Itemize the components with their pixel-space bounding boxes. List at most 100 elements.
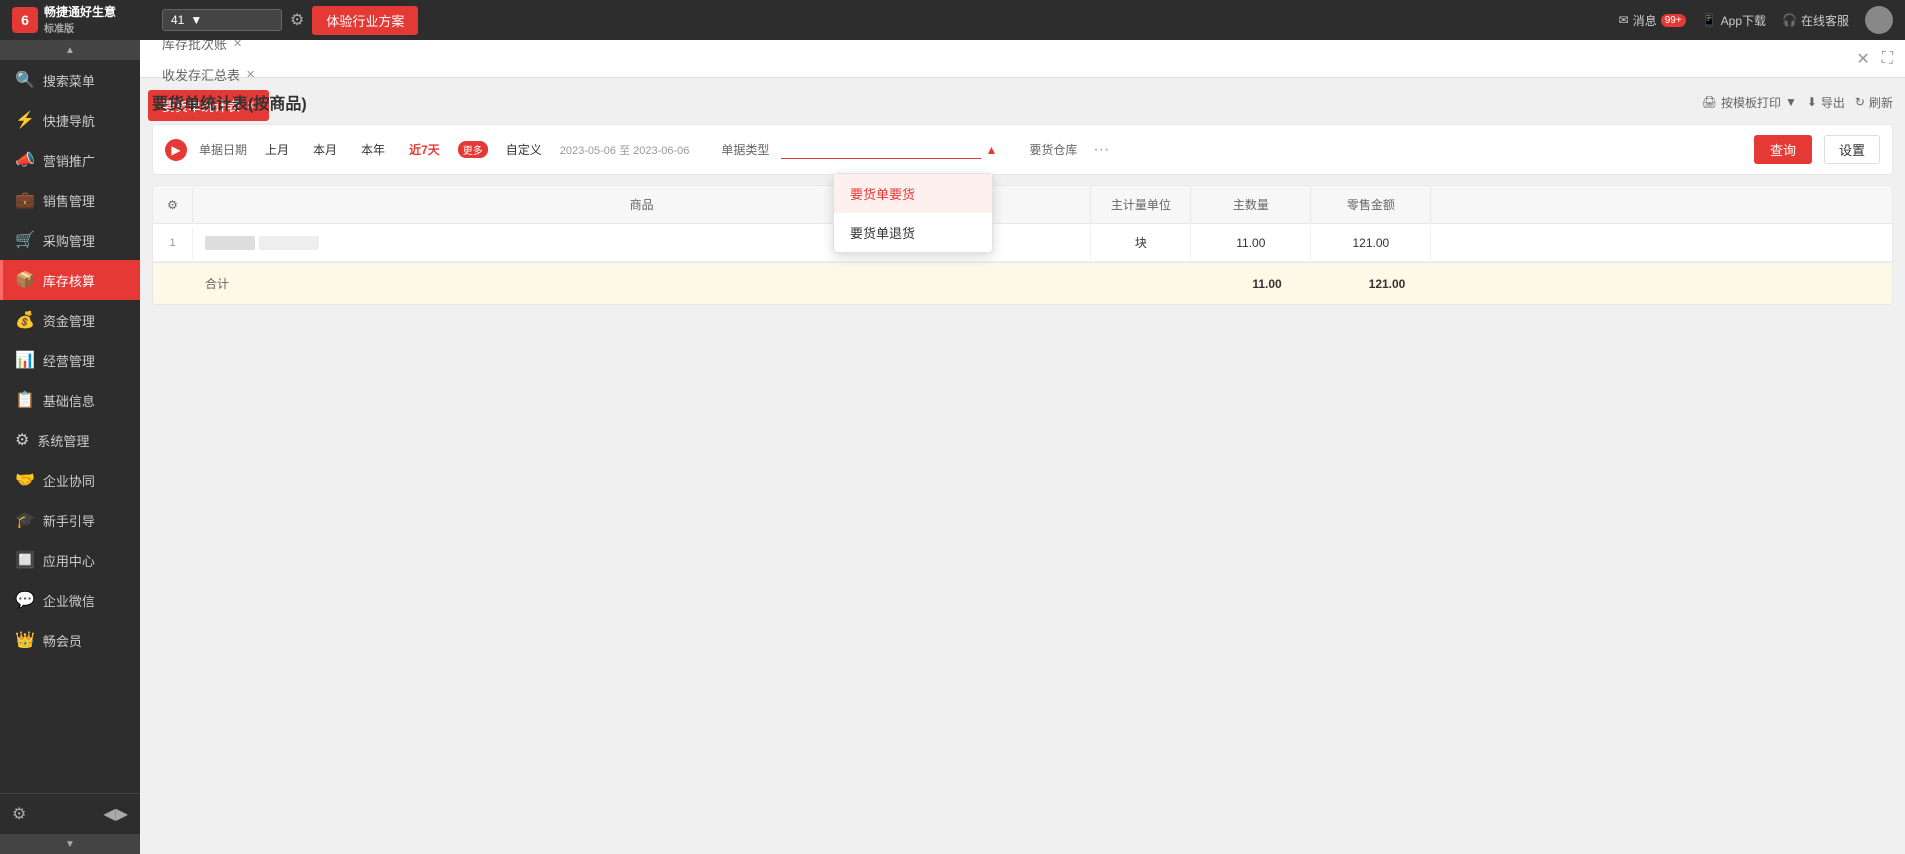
table-body: 1 块 11.00 121.00 xyxy=(153,224,1892,262)
table-footer: 合计 11.00 121.00 xyxy=(153,262,1892,304)
app-download-item[interactable]: 📱 App下载 xyxy=(1702,12,1766,29)
footer-amount: 121.00 xyxy=(1327,265,1447,303)
sidebar-item-search[interactable]: 🔍 搜索菜单 xyxy=(0,60,140,100)
sidebar-item-guide[interactable]: 🎓新手引导 xyxy=(0,500,140,540)
sidebar-icon-member: 👑 xyxy=(15,630,35,650)
sidebar-icon-search: 🔍 xyxy=(15,70,35,90)
sidebar-item-quick-nav[interactable]: ⚡快捷导航 xyxy=(0,100,140,140)
warehouse-dots-button[interactable]: ··· xyxy=(1093,141,1109,159)
top-header: 6 畅捷通好生意 标准版 41 ▼ ⚙ 体验行业方案 ✉ 消息 99+ 📱 Ap… xyxy=(0,0,1905,40)
more-date-badge[interactable]: 更多 xyxy=(458,141,488,158)
tab-inventory-batch[interactable]: 库存批次账 ✕ xyxy=(148,40,269,59)
headset-icon: 🎧 xyxy=(1782,13,1797,27)
sidebar-item-operation[interactable]: 📊经营管理 xyxy=(0,340,140,380)
sidebar-item-inventory[interactable]: 📦库存核算 xyxy=(0,260,140,300)
message-item[interactable]: ✉ 消息 99+ xyxy=(1619,12,1686,29)
tab-close-inventory-batch[interactable]: ✕ xyxy=(233,40,242,50)
online-service-item[interactable]: 🎧 在线客服 xyxy=(1782,12,1849,29)
date-btn-custom[interactable]: 自定义 xyxy=(500,139,548,160)
sidebar-item-wechat[interactable]: 💬企业微信 xyxy=(0,580,140,620)
sidebar-item-marketing[interactable]: 📣营销推广 xyxy=(0,140,140,180)
message-badge: 99+ xyxy=(1661,14,1686,27)
type-filter-arrow-up[interactable]: ▲ xyxy=(985,143,997,157)
app-name: 畅捷通好生意 xyxy=(44,5,116,19)
sidebar-item-member[interactable]: 👑畅会员 xyxy=(0,620,140,660)
online-service-label: 在线客服 xyxy=(1801,12,1849,29)
footer-label: 合计 xyxy=(193,263,1107,304)
trial-button[interactable]: 体验行业方案 xyxy=(312,6,418,35)
filter-expand-button[interactable]: ▶ xyxy=(165,139,187,161)
sidebar-item-system[interactable]: ⚙系统管理 xyxy=(0,420,140,460)
store-dropdown-icon: ▼ xyxy=(190,13,202,27)
sidebar-scroll-up[interactable]: ▲ xyxy=(0,40,140,60)
message-label: 消息 xyxy=(1633,12,1657,29)
filter-select-area: ▲ xyxy=(781,140,997,159)
sidebar-scroll-down[interactable]: ▼ xyxy=(0,834,140,854)
maximize-tab-button[interactable]: ⛶ xyxy=(1878,46,1897,72)
store-name: 41 xyxy=(171,13,184,27)
content-area: 首页库存批次账 ✕收发存汇总表 ✕要货单统计表 ✕ ✕ ⛶ 要货单统计表(按商品… xyxy=(140,40,1905,854)
page-actions: 🖨 按模板打印 ▼ ⬇ 导出 ↻ 刷新 xyxy=(1702,94,1893,111)
query-button[interactable]: 查询 xyxy=(1754,135,1812,164)
th-unit: 主计量单位 xyxy=(1091,186,1191,223)
header-gear-button[interactable]: ⚙ xyxy=(290,10,304,30)
sidebar-item-purchase[interactable]: 🛒采购管理 xyxy=(0,220,140,260)
type-filter-label: 单据类型 xyxy=(721,141,769,158)
sidebar-label-operation: 经营管理 xyxy=(43,351,95,370)
filter-area: ▶ 单据日期 上月 本月 本年 近7天 更多 自定义 2023-05-06 至 … xyxy=(152,124,1893,175)
date-btn-this-year[interactable]: 本年 xyxy=(355,139,391,160)
td-num-0: 1 xyxy=(153,227,193,259)
page-content: 要货单统计表(按商品) 🖨 按模板打印 ▼ ⬇ 导出 ↻ 刷新 xyxy=(140,78,1905,854)
sidebar-icon-finance: 💰 xyxy=(15,310,35,330)
sidebar-item-finance[interactable]: 💰 资金管理 xyxy=(0,300,140,340)
print-button[interactable]: 🖨 按模板打印 ▼ xyxy=(1702,94,1797,111)
sidebar-item-basic[interactable]: 📋基础信息 xyxy=(0,380,140,420)
dropdown-item-requisition-order[interactable]: 要货单要货 xyxy=(834,174,992,213)
date-range-text: 2023-05-06 至 2023-06-06 xyxy=(560,142,690,158)
sidebar-label-sales: 销售管理 xyxy=(43,191,95,210)
sidebar-item-enterprise[interactable]: 🤝企业协同 xyxy=(0,460,140,500)
goods-bar-2-0 xyxy=(259,236,319,250)
type-filter-input[interactable] xyxy=(781,140,981,159)
td-amount-0: 121.00 xyxy=(1311,226,1431,260)
sidebar-item-sales[interactable]: 💼销售管理 xyxy=(0,180,140,220)
td-unit-0: 块 xyxy=(1091,224,1191,261)
refresh-button[interactable]: ↻ 刷新 xyxy=(1855,94,1893,111)
sidebar-label-purchase: 采购管理 xyxy=(43,231,95,250)
main-layout: ▲ 🔍 搜索菜单 ⚡快捷导航📣营销推广💼销售管理🛒采购管理📦库存核算 💰 资金管理 📊经营… xyxy=(0,40,1905,854)
table-container: ⚙ 商品 主计量单位 主数量 零售金额 1 块 11.00 121.00 xyxy=(152,185,1893,305)
sidebar-icon-marketing: 📣 xyxy=(15,150,35,170)
th-settings[interactable]: ⚙ xyxy=(153,188,193,222)
logo-area: 6 畅捷通好生意 标准版 xyxy=(12,5,152,34)
sidebar-label-guide: 新手引导 xyxy=(43,511,95,530)
filter-settings-button[interactable]: 设置 xyxy=(1824,135,1880,164)
sidebar-label-basic: 基础信息 xyxy=(43,391,95,410)
store-selector[interactable]: 41 ▼ xyxy=(162,9,282,31)
tab-bar: 首页库存批次账 ✕收发存汇总表 ✕要货单统计表 ✕ ✕ ⛶ xyxy=(140,40,1905,78)
app-download-label: App下载 xyxy=(1721,12,1766,29)
sidebar-collapse-icon[interactable]: ◀▶ xyxy=(103,804,128,824)
user-avatar[interactable] xyxy=(1865,6,1893,34)
sidebar-icon-quick-nav: ⚡ xyxy=(15,110,35,130)
date-btn-last-month[interactable]: 上月 xyxy=(259,139,295,160)
sidebar-label-search: 搜索菜单 xyxy=(43,71,95,90)
date-btn-7days[interactable]: 近7天 xyxy=(403,139,446,160)
export-button[interactable]: ⬇ 导出 xyxy=(1807,94,1845,111)
sidebar-bottom: ⚙ ◀▶ xyxy=(0,793,140,834)
app-logo-icon: 6 xyxy=(12,7,38,33)
tab-bar-actions: ✕ ⛶ xyxy=(1852,45,1897,73)
td-qty-0: 11.00 xyxy=(1191,226,1311,260)
footer-qty: 11.00 xyxy=(1207,265,1327,303)
th-qty: 主数量 xyxy=(1191,186,1311,223)
header-right: ✉ 消息 99+ 📱 App下载 🎧 在线客服 xyxy=(1619,6,1893,34)
close-tab-button[interactable]: ✕ xyxy=(1852,45,1873,73)
sidebar: ▲ 🔍 搜索菜单 ⚡快捷导航📣营销推广💼销售管理🛒采购管理📦库存核算 💰 资金管理 📊经营… xyxy=(0,40,140,854)
sidebar-icon-enterprise: 🤝 xyxy=(15,470,35,490)
sidebar-item-apps[interactable]: 🔲应用中心 xyxy=(0,540,140,580)
dropdown-item-requisition-return[interactable]: 要货单退货 xyxy=(834,213,992,252)
sidebar-label-finance: 资金管理 xyxy=(43,311,95,330)
header-middle: 41 ▼ ⚙ 体验行业方案 xyxy=(162,6,1609,35)
sidebar-label-system: 系统管理 xyxy=(37,431,89,450)
sidebar-settings-icon[interactable]: ⚙ xyxy=(12,804,26,824)
date-btn-this-month[interactable]: 本月 xyxy=(307,139,343,160)
